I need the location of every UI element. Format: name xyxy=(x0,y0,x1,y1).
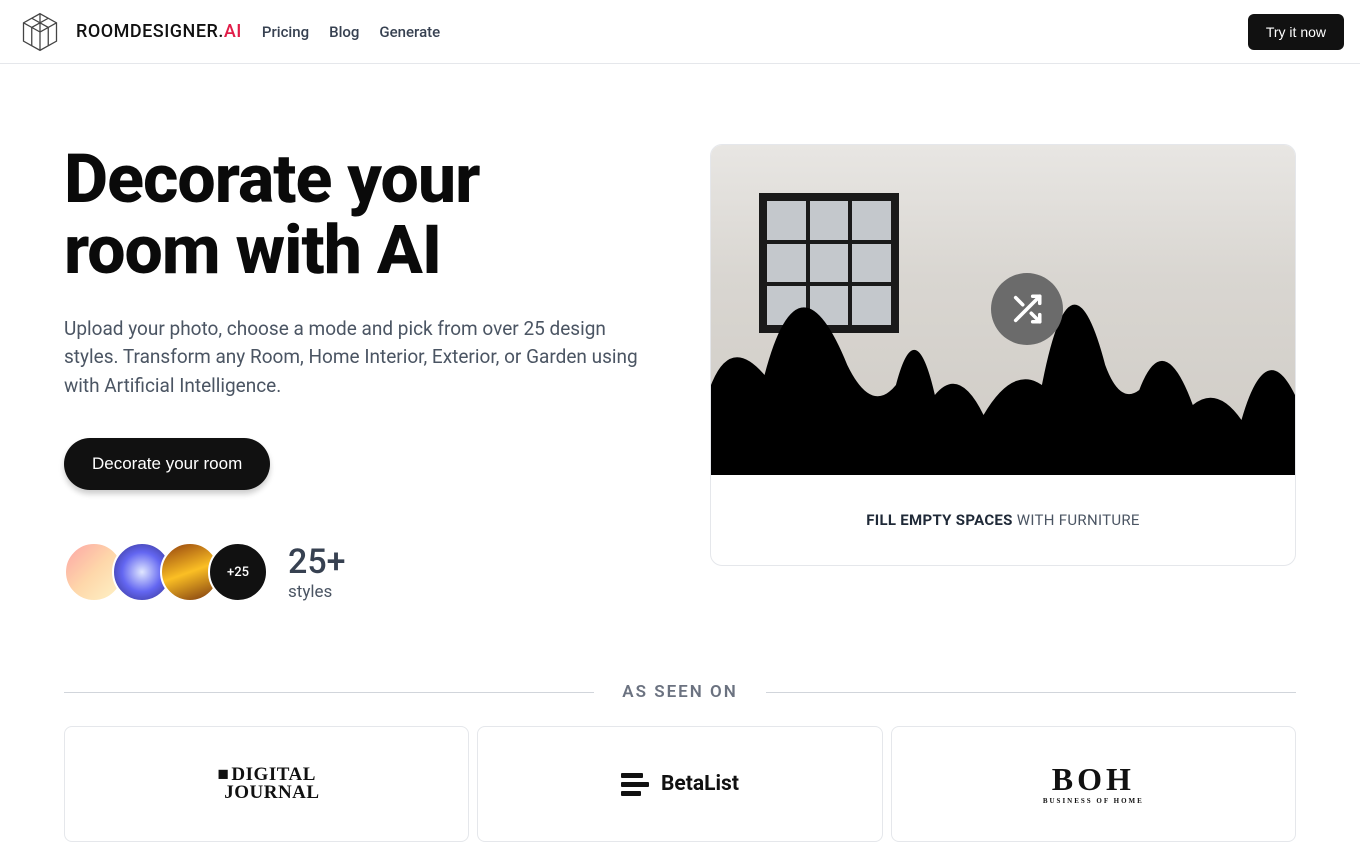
caption-rest: WITH FURNITURE xyxy=(1013,511,1140,529)
nav-generate[interactable]: Generate xyxy=(379,23,440,41)
divider-row: AS SEEN ON xyxy=(64,682,1296,702)
hero-subtitle: Upload your photo, choose a mode and pic… xyxy=(64,315,644,401)
logo-icon xyxy=(16,8,64,56)
nav-pricing[interactable]: Pricing xyxy=(262,23,309,41)
divider-line xyxy=(64,692,594,693)
showcase-silhouette xyxy=(711,215,1295,475)
styles-label: styles xyxy=(288,582,346,602)
more-styles-badge[interactable]: +25 xyxy=(208,542,268,602)
press-betalist[interactable]: BetaList xyxy=(477,726,882,842)
press-digital-journal[interactable]: DIGITAL JOURNAL xyxy=(64,726,469,842)
showcase-image xyxy=(711,145,1295,475)
try-it-now-button[interactable]: Try it now xyxy=(1248,14,1344,50)
hero-title: Decorate your room with AI xyxy=(64,144,650,287)
showcase-card: FILL EMPTY SPACES WITH FURNITURE xyxy=(710,144,1296,566)
brand-main: ROOMDESIGNER. xyxy=(76,21,224,42)
logo-link[interactable]: ROOMDESIGNER.AI xyxy=(16,8,242,56)
betalist-text: BetaList xyxy=(661,772,739,796)
betalist-icon xyxy=(621,773,649,796)
caption-bold: FILL EMPTY SPACES xyxy=(866,511,1012,529)
press-boh[interactable]: BOH BUSINESS OF HOME xyxy=(891,726,1296,842)
styles-count: 25+ styles xyxy=(288,542,346,602)
brand-ai: AI xyxy=(224,21,242,42)
header-left: ROOMDESIGNER.AI Pricing Blog Generate xyxy=(16,8,440,56)
digital-journal-logo: DIGITAL JOURNAL xyxy=(214,766,320,802)
styles-number: 25+ xyxy=(288,542,346,582)
style-avatars: +25 xyxy=(64,542,268,602)
boh-big: BOH xyxy=(1043,763,1144,795)
hero-section: Decorate your room with AI Upload your p… xyxy=(0,64,1360,642)
hero-showcase: FILL EMPTY SPACES WITH FURNITURE xyxy=(710,144,1296,602)
decorate-room-button[interactable]: Decorate your room xyxy=(64,438,270,490)
showcase-caption: FILL EMPTY SPACES WITH FURNITURE xyxy=(711,475,1295,565)
shuffle-icon xyxy=(1010,292,1044,326)
hero-content: Decorate your room with AI Upload your p… xyxy=(64,144,650,602)
nav-blog[interactable]: Blog xyxy=(329,23,359,41)
betalist-logo: BetaList xyxy=(621,772,739,796)
divider-line xyxy=(766,692,1296,693)
logo-text: ROOMDESIGNER.AI xyxy=(76,21,242,42)
shuffle-button[interactable] xyxy=(991,273,1063,345)
header: ROOMDESIGNER.AI Pricing Blog Generate Tr… xyxy=(0,0,1360,64)
boh-small: BUSINESS OF HOME xyxy=(1043,797,1144,805)
press-grid: DIGITAL JOURNAL BetaList BOH BUSINESS OF… xyxy=(64,726,1296,842)
as-seen-label: AS SEEN ON xyxy=(622,682,738,702)
main-nav: Pricing Blog Generate xyxy=(262,23,440,41)
styles-row: +25 25+ styles xyxy=(64,542,650,602)
as-seen-on-section: AS SEEN ON DIGITAL JOURNAL BetaList BOH … xyxy=(0,642,1360,842)
boh-logo: BOH BUSINESS OF HOME xyxy=(1043,763,1144,805)
